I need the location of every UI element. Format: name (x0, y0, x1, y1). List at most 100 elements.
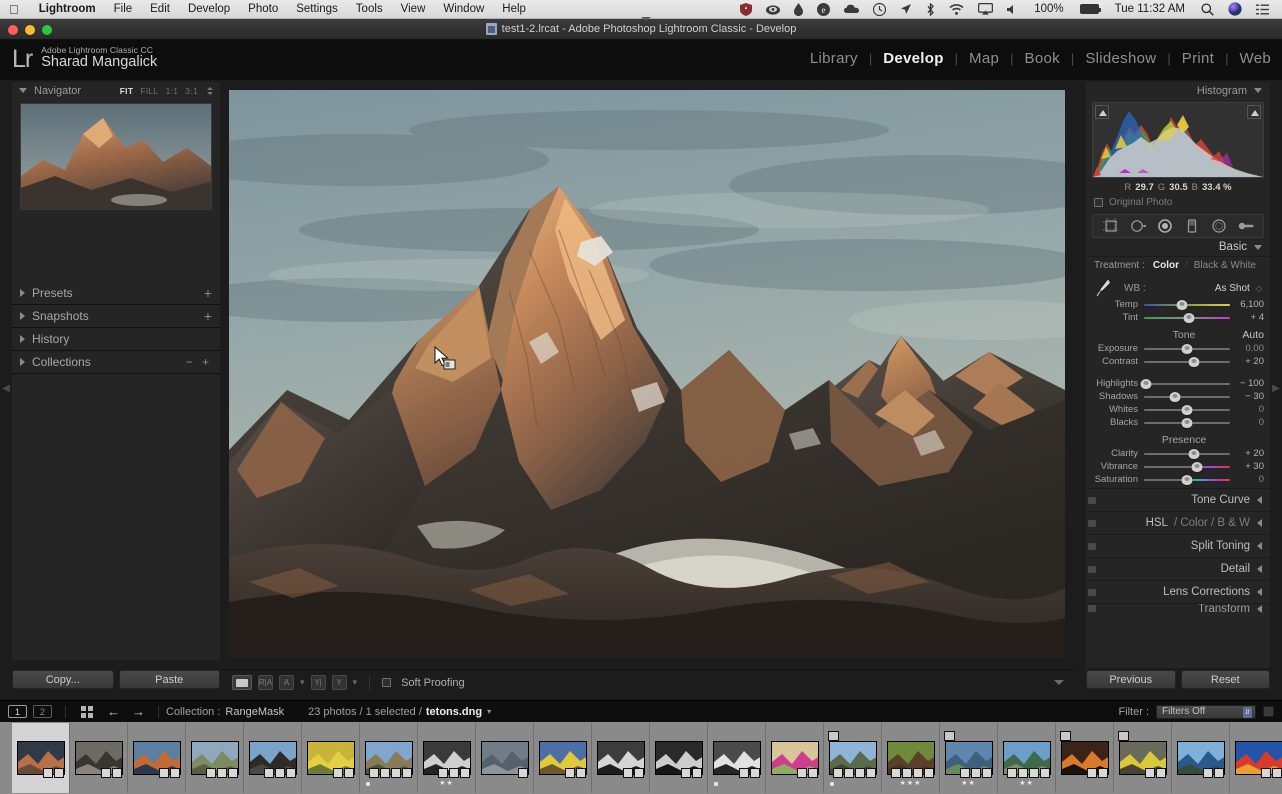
develop-photo[interactable] (229, 90, 1065, 658)
menu-settings[interactable]: Settings (287, 3, 347, 15)
treatment-color-option[interactable]: Color (1147, 260, 1185, 271)
adjustment-brush-icon[interactable] (1238, 218, 1254, 234)
module-web[interactable]: Web (1229, 50, 1282, 67)
zoom-1-1[interactable]: 1:1 (166, 86, 179, 96)
module-slideshow[interactable]: Slideshow (1074, 50, 1167, 67)
thumbnail-badge-icon[interactable] (797, 768, 807, 778)
whites-value[interactable]: 0 (1230, 404, 1264, 415)
blacks-slider-knob[interactable] (1181, 418, 1193, 428)
thumbnail-badge-icon[interactable] (1040, 768, 1050, 778)
thumbnail-badge-icon[interactable] (217, 768, 227, 778)
zoom-fit[interactable]: FIT (120, 86, 134, 96)
filmstrip-thumbnail[interactable] (12, 723, 70, 793)
panel-lens-corrections[interactable]: Lens Corrections (1086, 580, 1270, 603)
sidebar-item-snapshots[interactable]: Snapshots + (12, 305, 220, 328)
chevron-down-icon[interactable]: ▾ (487, 707, 491, 716)
toolbar-chevron-icon[interactable] (1054, 680, 1064, 685)
thumbnail-badge-icon[interactable] (43, 768, 53, 778)
filmstrip-thumbnail[interactable] (128, 723, 186, 793)
thumbnail-badge-icon[interactable] (576, 768, 586, 778)
module-map[interactable]: Map (958, 50, 1010, 67)
sidebar-item-presets[interactable]: Presets + (12, 282, 220, 305)
triangle-left-icon[interactable] (1257, 542, 1262, 550)
thumbnail-badge-icon[interactable] (866, 768, 876, 778)
display-1-button[interactable]: 1 (8, 705, 27, 718)
saturation-slider-knob[interactable] (1181, 475, 1193, 485)
filmstrip-thumbnail[interactable] (1114, 723, 1172, 793)
copy-settings-alt-icon[interactable]: Y (331, 675, 347, 690)
filmstrip-toggle-icon[interactable] (1263, 706, 1274, 717)
filmstrip-thumbnail[interactable]: ★★ (998, 723, 1056, 793)
menu-develop[interactable]: Develop (179, 3, 239, 15)
shadows-slider-row[interactable]: Shadows − 30 (1086, 390, 1270, 403)
whites-slider-track[interactable] (1144, 404, 1230, 415)
filmstrip-thumbnail[interactable] (302, 723, 360, 793)
module-library[interactable]: Library (799, 50, 869, 67)
thumbnail-badge-icon[interactable] (1272, 768, 1282, 778)
panel-transform[interactable]: Transform (1086, 603, 1270, 613)
thumbnail-badge-icon[interactable] (844, 768, 854, 778)
copy-settings-icon[interactable]: Y| (310, 675, 326, 690)
menu-view[interactable]: View (392, 3, 435, 15)
navigator-header[interactable]: Navigator FIT FILL 1:1 3:1 (12, 82, 220, 99)
saturation-slider-track[interactable] (1144, 474, 1230, 485)
thumbnail-badge-icon[interactable] (902, 768, 912, 778)
highlights-slider-row[interactable]: Highlights − 100 (1086, 377, 1270, 390)
temp-slider-knob[interactable] (1176, 300, 1188, 310)
thumbnail-badge-icon[interactable] (112, 768, 122, 778)
filmstrip-thumbnail[interactable] (592, 723, 650, 793)
wifi-icon[interactable] (942, 3, 971, 15)
minimize-window-button[interactable] (25, 25, 35, 35)
crop-overlay-icon[interactable] (1102, 218, 1119, 234)
thumbnail-badge-icon[interactable] (333, 768, 343, 778)
highlights-value[interactable]: − 100 (1230, 378, 1264, 389)
thumbnail-badge-icon[interactable] (971, 768, 981, 778)
thumbnail-rating[interactable]: ★★ (439, 779, 454, 787)
siri-icon[interactable] (1221, 2, 1249, 16)
thumbnail-badge-icon[interactable] (750, 768, 760, 778)
thumbnail-badge-icon[interactable] (170, 768, 180, 778)
histogram-header[interactable]: Histogram (1086, 82, 1270, 99)
filmstrip-thumbnail[interactable] (1056, 723, 1114, 793)
filmstrip-thumbnail[interactable]: ★★ (940, 723, 998, 793)
thumbnail-badge-icon[interactable] (391, 768, 401, 778)
cloud-icon[interactable] (837, 4, 866, 14)
tint-value[interactable]: + 4 (1230, 312, 1264, 323)
filmstrip-thumbnail[interactable] (476, 723, 534, 793)
exposure-slider-knob[interactable] (1181, 344, 1193, 354)
panel-detail[interactable]: Detail (1086, 557, 1270, 580)
thumbnail-badge-icon[interactable] (380, 768, 390, 778)
thumbnail-badge-icon[interactable] (1156, 768, 1166, 778)
thumbnail-badge-icon[interactable] (206, 768, 216, 778)
triangle-down-icon[interactable] (19, 88, 27, 93)
previous-button[interactable]: Previous (1086, 670, 1176, 689)
thumbnail-badge-icon[interactable] (634, 768, 644, 778)
thumbnail-badge-icon[interactable] (438, 768, 448, 778)
highlight-clipping-icon[interactable] (1247, 105, 1261, 119)
thumbnail-badge-icon[interactable] (891, 768, 901, 778)
panel-tone-curve[interactable]: Tone Curve (1086, 488, 1270, 511)
thumbnail-badge-icon[interactable] (286, 768, 296, 778)
airplay-icon[interactable] (971, 3, 1000, 15)
filmstrip-thumbnail[interactable] (360, 723, 418, 793)
wb-dropdown-icon[interactable]: ◇ (1256, 284, 1262, 293)
loupe-view-icon[interactable] (232, 675, 252, 690)
panel-hsl-color-bw[interactable]: HSL / Color / B & W (1086, 511, 1270, 534)
left-panel-toggle[interactable]: ◀ (2, 375, 10, 401)
filmstrip-thumbnail[interactable] (650, 723, 708, 793)
clarity-slider-row[interactable]: Clarity + 20 (1086, 447, 1270, 460)
navigator-preview[interactable] (20, 103, 212, 210)
top-panel-collapse-arrow[interactable] (641, 17, 651, 21)
clarity-value[interactable]: + 20 (1230, 448, 1264, 459)
thumbnail-badge-icon[interactable] (449, 768, 459, 778)
thumbnail-badge-icon[interactable] (518, 768, 528, 778)
filmstrip-thumbnail[interactable] (824, 723, 882, 793)
thumbnail-badge-icon[interactable] (402, 768, 412, 778)
white-balance-selector-icon[interactable] (1094, 278, 1112, 298)
tint-slider-track[interactable] (1144, 312, 1230, 323)
temp-slider-row[interactable]: Temp 6,100 (1086, 298, 1270, 311)
thumbnail-flag-icon[interactable] (714, 782, 718, 786)
filmstrip[interactable]: ★★ ★★★ ★★ ★★ (0, 722, 1282, 794)
filmstrip-thumbnail[interactable] (1172, 723, 1230, 793)
menu-window[interactable]: Window (434, 3, 493, 15)
